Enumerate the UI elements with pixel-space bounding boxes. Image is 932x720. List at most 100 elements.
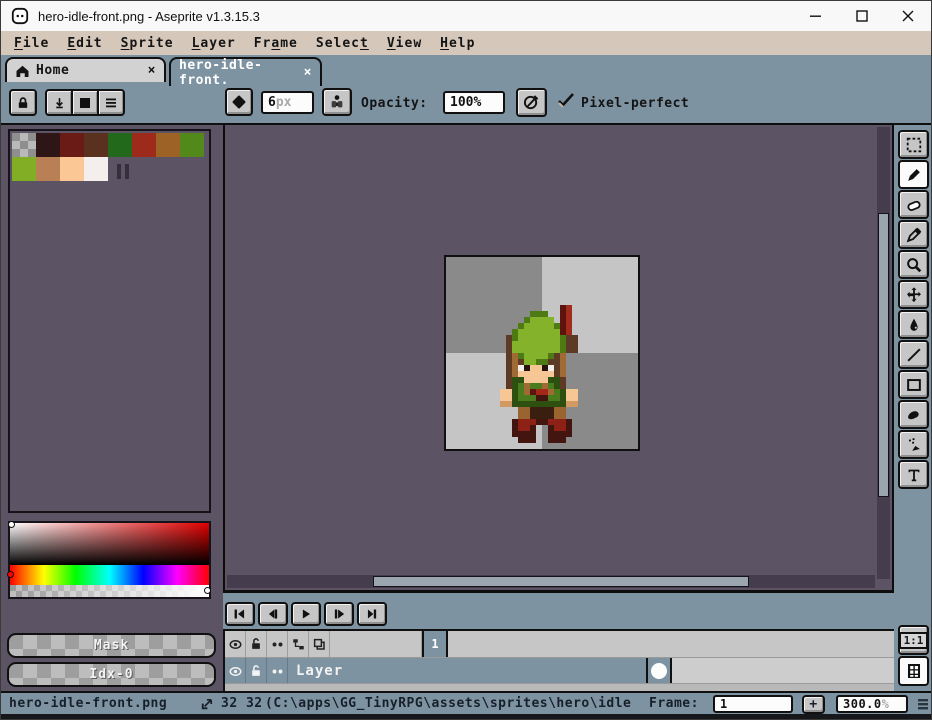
bucket-icon — [909, 318, 918, 331]
tool-rectangle[interactable] — [898, 370, 929, 399]
zoom-input[interactable]: 300.0% — [836, 695, 908, 713]
timeline-header-lock-open-icon[interactable] — [246, 631, 267, 657]
tool-zoom[interactable] — [898, 250, 929, 279]
next-frame-button[interactable] — [324, 602, 354, 626]
play-button[interactable] — [291, 602, 321, 626]
tool-bucket[interactable] — [898, 310, 929, 339]
timeline-layer-row[interactable]: Layer — [225, 658, 672, 684]
opacity-input[interactable]: 100% — [443, 91, 505, 114]
dynamics-button[interactable] — [322, 88, 352, 116]
minimize-button[interactable] — [793, 1, 839, 31]
timeline-header-eye-icon[interactable] — [225, 631, 246, 657]
opacity-label: Opacity: — [361, 96, 428, 111]
pixel-perfect-checkbox[interactable] — [557, 92, 575, 112]
palette-swatch-4[interactable] — [108, 133, 132, 157]
palette-swatch-transparent[interactable] — [12, 133, 36, 157]
vertical-scrollbar-thumb[interactable] — [878, 213, 889, 497]
tool-contour[interactable] — [898, 400, 929, 429]
saturation-value-box[interactable] — [8, 521, 209, 565]
tool-marquee[interactable] — [898, 130, 929, 159]
hue-bar[interactable] — [7, 565, 209, 585]
brush-size-input[interactable]: 6 px — [261, 91, 314, 114]
menu-file[interactable]: File — [5, 34, 58, 53]
text-icon — [908, 469, 919, 481]
cel-frame-1[interactable] — [646, 658, 672, 683]
tool-spray[interactable] — [898, 430, 929, 459]
mask-color-button[interactable]: Mask — [7, 633, 216, 658]
context-bar: 6 px Opacity: 100% Pixel-perfect — [1, 82, 931, 123]
frame-input[interactable]: 1 — [713, 695, 793, 713]
actual-size-button[interactable]: 1:1 — [898, 625, 929, 655]
first-frame-button[interactable] — [225, 602, 255, 626]
menu-layer[interactable]: Layer — [183, 34, 245, 53]
arrow-down-icon — [55, 97, 63, 108]
ink-button[interactable] — [516, 88, 547, 117]
timeline-header-onion-icon[interactable] — [267, 631, 288, 657]
last-frame-button[interactable] — [357, 602, 387, 626]
tool-strip — [894, 123, 931, 593]
palette-swatch-10[interactable] — [60, 157, 84, 181]
palette-swatch-5[interactable] — [132, 133, 156, 157]
tool-text[interactable] — [898, 460, 929, 489]
sv-handle[interactable] — [8, 521, 15, 528]
hue-handle[interactable] — [7, 571, 14, 578]
palette-swatch-11[interactable] — [84, 157, 108, 181]
tab-home-close-icon[interactable]: × — [148, 63, 156, 78]
maximize-button[interactable] — [839, 1, 885, 31]
pixel-perfect-label: Pixel-perfect — [581, 96, 690, 111]
menu-select[interactable]: Select — [307, 34, 378, 53]
layer-onion-toggle[interactable] — [267, 658, 288, 684]
plus-icon: + — [809, 697, 818, 712]
index-color-button[interactable]: Idx-0 — [7, 662, 216, 687]
tool-line[interactable] — [898, 340, 929, 369]
layer-lock-open-toggle[interactable] — [246, 658, 267, 684]
horizontal-scrollbar[interactable] — [227, 575, 875, 588]
add-frame-button[interactable]: + — [802, 695, 825, 714]
fill-button[interactable] — [71, 89, 99, 116]
palette-swatch-2[interactable] — [60, 133, 84, 157]
menu-help[interactable]: Help — [431, 34, 484, 53]
palette-swatch-1[interactable] — [36, 133, 60, 157]
alpha-bar[interactable] — [10, 585, 211, 597]
palette-swatch-9[interactable] — [36, 157, 60, 181]
palette-swatch-6[interactable] — [156, 133, 180, 157]
title-bar: hero-idle-front.png - Aseprite v1.3.15.3 — [1, 1, 931, 31]
scroll-center-button[interactable] — [45, 89, 73, 116]
menu-view[interactable]: View — [378, 34, 431, 53]
lock-icon-button[interactable] — [9, 89, 37, 116]
timeline-scroll-strip[interactable] — [225, 683, 894, 691]
timeline-header-layer-flow-icon[interactable] — [288, 631, 309, 657]
menu-frame[interactable]: Frame — [245, 34, 307, 53]
tool-move[interactable] — [898, 280, 929, 309]
dynamics-icon — [331, 95, 343, 108]
line-icon — [906, 347, 921, 362]
layer-name[interactable]: Layer — [288, 658, 646, 683]
tool-eraser[interactable] — [898, 190, 929, 219]
vertical-scrollbar[interactable] — [877, 127, 890, 579]
palette-swatch-8[interactable] — [12, 157, 36, 181]
tool-eyedropper[interactable] — [898, 220, 929, 249]
alpha-handle[interactable] — [204, 587, 211, 594]
tab-hero-idle-front[interactable]: hero-idle-front. × — [169, 57, 322, 88]
contour-icon — [907, 410, 919, 419]
palette-swatch-7[interactable] — [180, 133, 204, 157]
palette-resize-handle[interactable] — [117, 164, 129, 179]
brush-type-button[interactable] — [225, 88, 253, 116]
prev-frame-button[interactable] — [258, 602, 288, 626]
close-button[interactable] — [885, 1, 931, 31]
layer-eye-toggle[interactable] — [225, 658, 246, 684]
tab-file-close-icon[interactable]: × — [304, 65, 312, 80]
menu-sprite[interactable]: Sprite — [112, 34, 183, 53]
timeline-header-cel-copy-icon[interactable] — [309, 631, 330, 657]
palette-swatch-3[interactable] — [84, 133, 108, 157]
tab-home[interactable]: Home × — [5, 57, 166, 84]
frame-1-header[interactable]: 1 — [422, 631, 448, 657]
notifications-icon — [918, 699, 928, 710]
menu-edit[interactable]: Edit — [58, 34, 111, 53]
options-button[interactable] — [97, 89, 125, 116]
sprite-canvas[interactable] — [444, 255, 640, 451]
tool-pencil[interactable] — [898, 160, 929, 189]
editor-viewport[interactable] — [223, 123, 894, 593]
timeline-toggle-button[interactable] — [898, 656, 929, 686]
horizontal-scrollbar-thumb[interactable] — [373, 576, 749, 587]
